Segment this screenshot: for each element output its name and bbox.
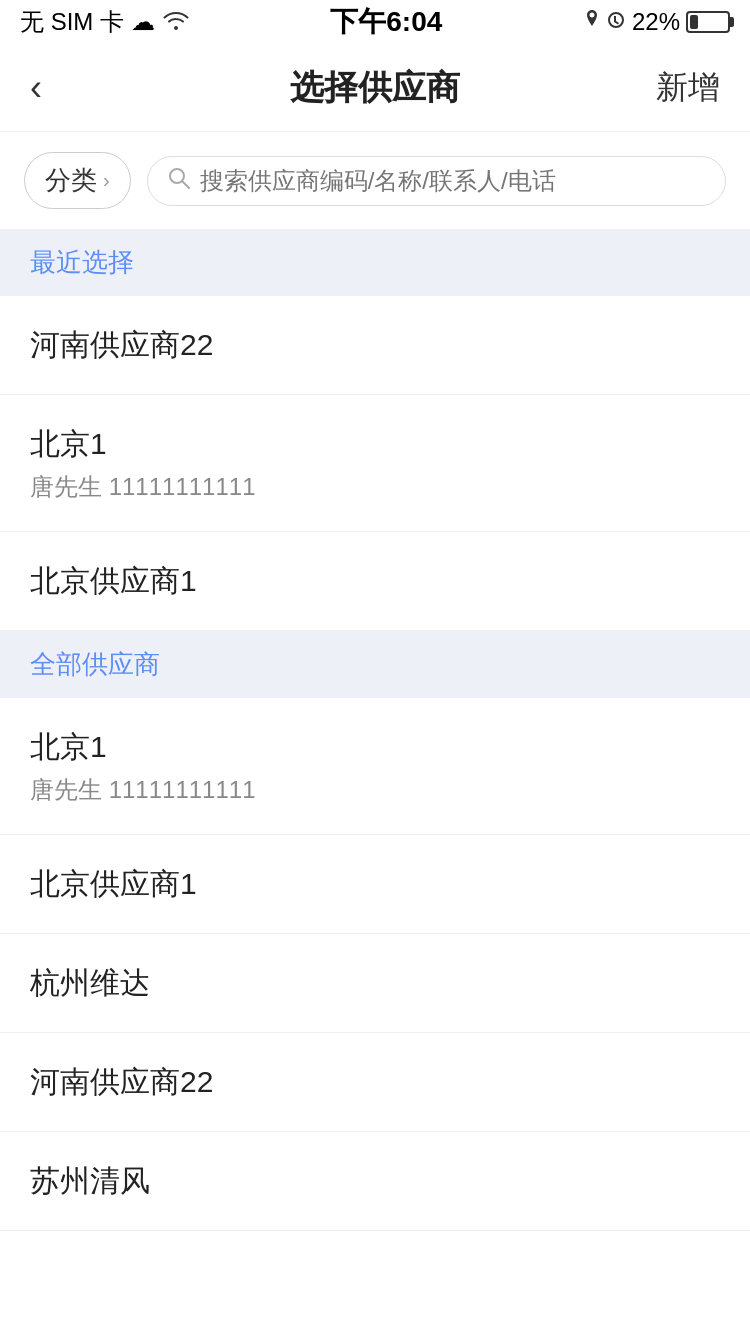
location-icon [584, 8, 600, 36]
search-icon [168, 167, 190, 195]
search-input[interactable] [200, 167, 705, 195]
category-label: 分类 [45, 163, 97, 198]
item-name: 北京1 [30, 726, 720, 768]
list-item[interactable]: 北京1 唐先生 11111111111 [0, 395, 750, 532]
page-title: 选择供应商 [110, 65, 640, 111]
battery-percentage: 22% [632, 8, 680, 36]
list-item[interactable]: 河南供应商22 [0, 1033, 750, 1132]
status-time: 下午6:04 [330, 3, 442, 41]
wifi-icon [163, 8, 189, 36]
status-left: 无 SIM 卡 ☁ [20, 6, 189, 38]
item-name: 河南供应商22 [30, 324, 720, 366]
item-name: 苏州清风 [30, 1160, 720, 1202]
list-item[interactable]: 杭州维达 [0, 934, 750, 1033]
chevron-right-icon: › [103, 169, 110, 192]
recent-list: 河南供应商22 北京1 唐先生 11111111111 北京供应商1 [0, 296, 750, 631]
svg-line-1 [182, 181, 189, 188]
battery-icon [686, 11, 730, 33]
filter-bar: 分类 › [0, 132, 750, 229]
item-name: 北京供应商1 [30, 560, 720, 602]
back-button[interactable]: ‹ [30, 67, 110, 109]
item-name: 北京1 [30, 423, 720, 465]
status-right: 22% [584, 8, 730, 36]
category-button[interactable]: 分类 › [24, 152, 131, 209]
no-sim-text: 无 SIM 卡 ☁ [20, 6, 155, 38]
search-box[interactable] [147, 156, 726, 206]
add-button[interactable]: 新增 [640, 66, 720, 110]
alarm-icon [606, 8, 626, 36]
item-name: 河南供应商22 [30, 1061, 720, 1103]
all-section-header: 全部供应商 [0, 631, 750, 698]
item-name: 北京供应商1 [30, 863, 720, 905]
status-bar: 无 SIM 卡 ☁ 下午6:04 22% [0, 0, 750, 44]
list-item[interactable]: 北京供应商1 [0, 835, 750, 934]
recent-section-header: 最近选择 [0, 229, 750, 296]
item-sub: 唐先生 11111111111 [30, 471, 720, 503]
all-list: 北京1 唐先生 11111111111 北京供应商1 杭州维达河南供应商22 苏州清风 [0, 698, 750, 1231]
item-name: 杭州维达 [30, 962, 720, 1004]
list-item[interactable]: 北京供应商1 [0, 532, 750, 631]
list-item[interactable]: 北京1 唐先生 11111111111 [0, 698, 750, 835]
item-sub: 唐先生 11111111111 [30, 774, 720, 806]
nav-bar: ‹ 选择供应商 新增 [0, 44, 750, 132]
list-item[interactable]: 河南供应商22 [0, 296, 750, 395]
list-item[interactable]: 苏州清风 [0, 1132, 750, 1231]
